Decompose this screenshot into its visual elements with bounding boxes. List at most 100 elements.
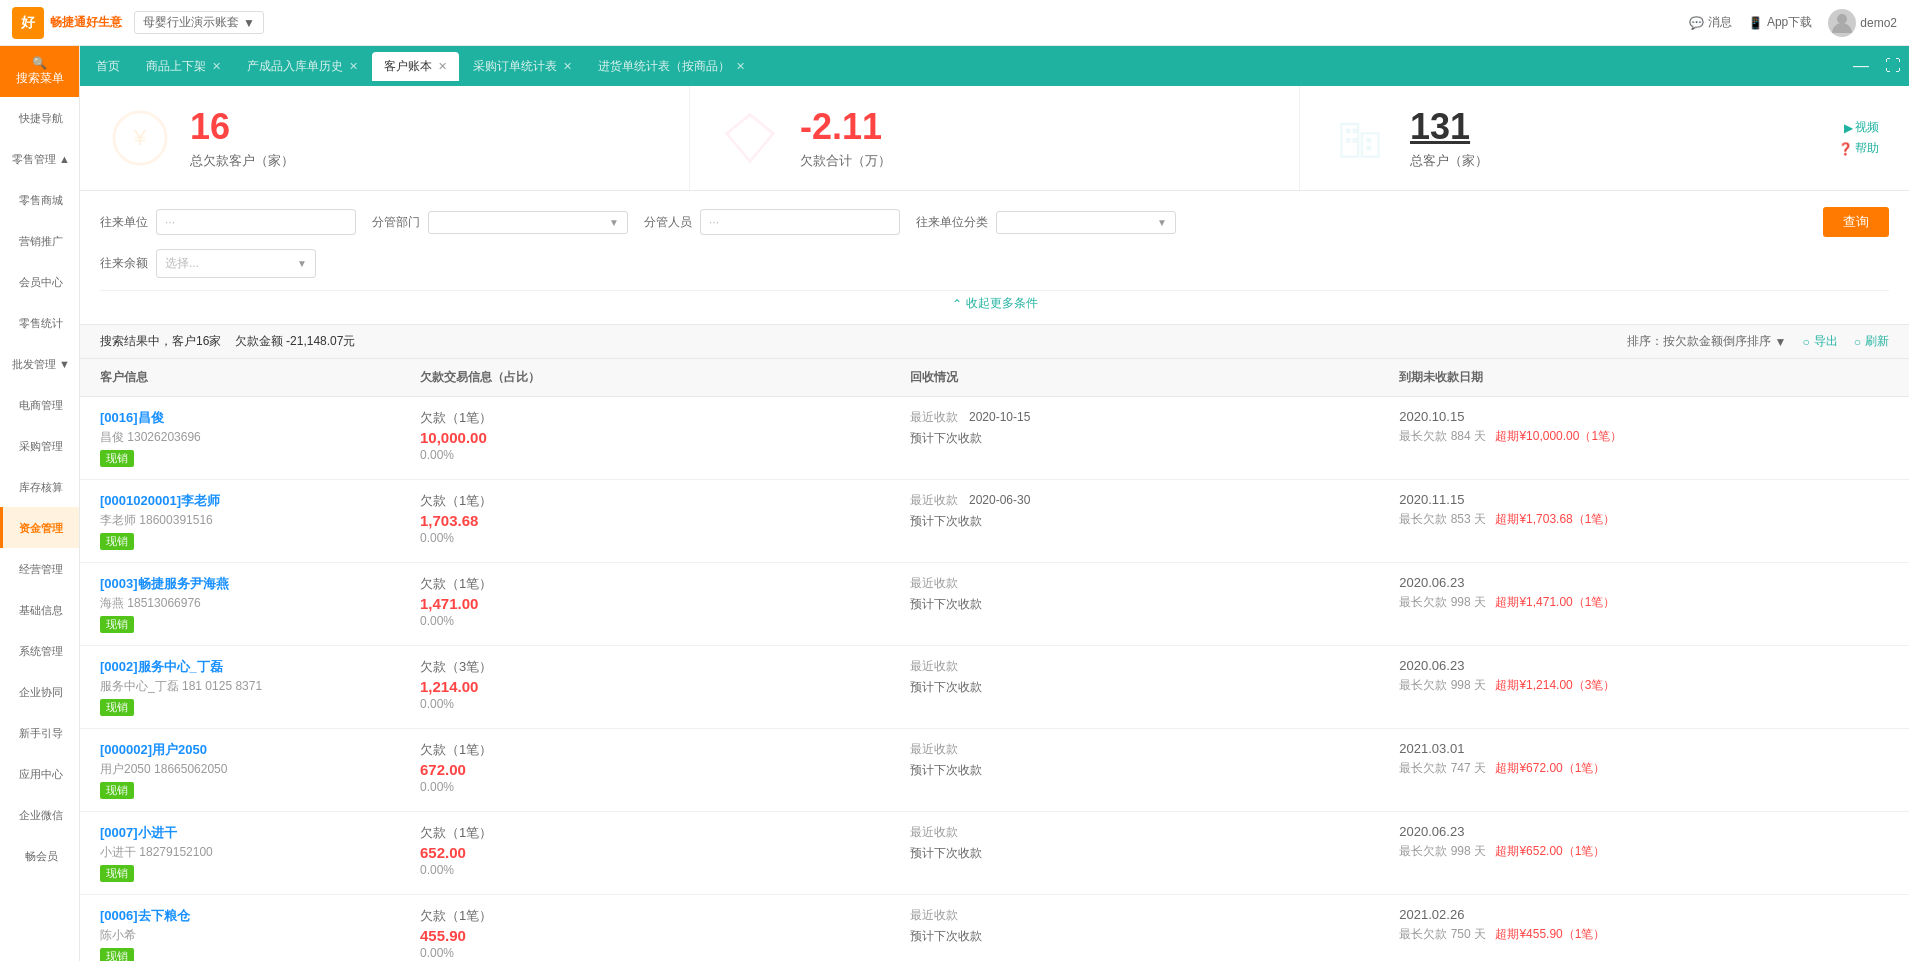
tab-product-offsale[interactable]: 商品上下架 ✕ [134, 52, 233, 81]
sidebar-item-wechat[interactable]: 企业微信 [0, 794, 79, 835]
sidebar-item-basic-info[interactable]: 基础信息 [0, 589, 79, 630]
sidebar-item-retail-stat[interactable]: 零售统计 [0, 302, 79, 343]
last-collection-date-1: 2020-06-30 [969, 493, 1030, 507]
customer-tag-0: 现销 [100, 450, 134, 467]
tab-purchase-stat-close[interactable]: ✕ [736, 60, 745, 73]
source-unit-input[interactable]: ··· [156, 209, 356, 235]
next-collection-4: 预计下次收款 [910, 762, 1400, 779]
sidebar-item-inventory[interactable]: 库存核算 [0, 466, 79, 507]
sidebar-item-batch-mgmt[interactable]: 批发管理 ▼ [0, 343, 79, 384]
dept-select[interactable]: ▼ [428, 211, 628, 234]
customer-name-2[interactable]: [0003]畅捷服务尹海燕 [100, 575, 420, 593]
wechat-label: 企业微信 [7, 808, 75, 823]
next-collection-1: 预计下次收款 [910, 513, 1400, 530]
search-button[interactable]: 查询 [1823, 207, 1889, 237]
search-menu-btn[interactable]: 🔍 搜索菜单 [0, 46, 79, 97]
sidebar-item-biz-mgmt[interactable]: 经营管理 [0, 548, 79, 589]
tab-minimize-btn[interactable]: — [1849, 55, 1873, 77]
tab-product-instock[interactable]: 产成品入库单历史 ✕ [235, 52, 370, 81]
customer-name-1[interactable]: [0001020001]李老师 [100, 492, 420, 510]
debt-count-2: 欠款（1笔） [420, 575, 910, 593]
overdue-link-5[interactable]: 超期¥652.00（1笔） [1495, 844, 1605, 858]
user-profile-btn[interactable]: demo2 [1828, 9, 1897, 37]
overdue-link-0[interactable]: 超期¥10,000.00（1笔） [1495, 429, 1622, 443]
table-row: [0001020001]李老师 李老师 18600391516 现销 欠款（1笔… [80, 480, 1909, 563]
sort-select[interactable]: 排序：按欠款金额倒序排序 ▼ [1627, 333, 1787, 350]
tab-purchase-stat[interactable]: 进货单统计表（按商品） ✕ [586, 52, 757, 81]
overdue-link-2[interactable]: 超期¥1,471.00（1笔） [1495, 595, 1615, 609]
sidebar-item-enterprise[interactable]: 企业协同 [0, 671, 79, 712]
table-header: 客户信息 欠款交易信息（占比） 回收情况 到期未收款日期 [80, 359, 1909, 397]
help-action-btn[interactable]: ❓ 帮助 [1838, 140, 1879, 157]
tab-purchase-order-close[interactable]: ✕ [563, 60, 572, 73]
tab-maximize-btn[interactable]: ⛶ [1881, 55, 1905, 77]
debt-percent-1: 0.00% [420, 531, 910, 545]
search-menu-label: 搜索菜单 [8, 70, 71, 87]
sidebar-item-member[interactable]: 会员中心 [0, 261, 79, 302]
tab-product-offsale-close[interactable]: ✕ [212, 60, 221, 73]
system-selector[interactable]: 母婴行业演示账套 ▼ [134, 11, 264, 34]
stats-row: ¥ 16 总欠款客户（家） [80, 86, 1909, 191]
sidebar-item-purchase[interactable]: 采购管理 [0, 425, 79, 466]
video-action-btn[interactable]: ▶ 视频 [1844, 119, 1879, 136]
tab-home-label: 首页 [96, 58, 120, 75]
sidebar-item-system[interactable]: 系统管理 [0, 630, 79, 671]
sidebar-item-retail-mall[interactable]: 零售商城 [0, 179, 79, 220]
messages-btn[interactable]: 💬 消息 [1689, 14, 1732, 31]
sidebar-item-ecom-mgmt[interactable]: 电商管理 [0, 384, 79, 425]
customer-name-5[interactable]: [0007]小进干 [100, 824, 420, 842]
overdue-link-4[interactable]: 超期¥672.00（1笔） [1495, 761, 1605, 775]
debt-count-4: 欠款（1笔） [420, 741, 910, 759]
customer-name-0[interactable]: [0016]昌俊 [100, 409, 420, 427]
sidebar-item-quick-nav[interactable]: 快捷导航 [0, 97, 79, 138]
sidebar-item-retail-mgmt[interactable]: 零售管理 ▲ [0, 138, 79, 179]
filter-manager: 分管人员 ··· [644, 209, 900, 235]
sidebar-item-finance[interactable]: 资金管理 [0, 507, 79, 548]
stat-value-total-customers: 131 [1410, 106, 1488, 148]
tab-product-instock-close[interactable]: ✕ [349, 60, 358, 73]
customer-name-4[interactable]: [000002]用户2050 [100, 741, 420, 759]
customer-sub-3: 服务中心_丁磊 181 0125 8371 [100, 678, 420, 695]
results-actions: 排序：按欠款金额倒序排序 ▼ ○ 导出 ○ 刷新 [1627, 333, 1889, 350]
sidebar-item-app-center[interactable]: 应用中心 [0, 753, 79, 794]
tab-purchase-order[interactable]: 采购订单统计表 ✕ [461, 52, 584, 81]
stat-card-debt-customers: ¥ 16 总欠款客户（家） [80, 86, 690, 190]
tab-customer-account-close[interactable]: ✕ [438, 60, 447, 73]
sidebar-item-vip[interactable]: 畅会员 [0, 835, 79, 876]
overdue-link-3[interactable]: 超期¥1,214.00（3笔） [1495, 678, 1615, 692]
debt-info-3: 欠款（3笔） 1,214.00 0.00% [420, 658, 910, 711]
due-info-5: 2020.06.23 最长欠款 998 天 超期¥652.00（1笔） [1399, 824, 1889, 860]
refresh-label: 刷新 [1865, 333, 1889, 350]
customer-name-6[interactable]: [0006]去下粮仓 [100, 907, 420, 925]
app-download-btn[interactable]: 📱 App下载 [1748, 14, 1812, 31]
overdue-link-6[interactable]: 超期¥455.90（1笔） [1495, 927, 1605, 941]
balance-label: 往来余额 [100, 255, 148, 272]
manager-input[interactable]: ··· [700, 209, 900, 235]
balance-select[interactable]: 选择... ▼ [156, 249, 316, 278]
overdue-link-1[interactable]: 超期¥1,703.68（1笔） [1495, 512, 1615, 526]
retail-mgmt-label: 零售管理 ▲ [7, 152, 75, 167]
biz-mgmt-label: 经营管理 [7, 562, 75, 577]
sidebar-item-newbie[interactable]: 新手引导 [0, 712, 79, 753]
export-btn[interactable]: ○ 导出 [1803, 333, 1838, 350]
debt-amount-5: 652.00 [420, 844, 910, 861]
tab-customer-account[interactable]: 客户账本 ✕ [372, 52, 459, 81]
filter-expand-btn[interactable]: ⌃ 收起更多条件 [100, 290, 1889, 316]
unit-category-select[interactable]: ▼ [996, 211, 1176, 234]
due-info-0: 2020.10.15 最长欠款 884 天 超期¥10,000.00（1笔） [1399, 409, 1889, 445]
col-header-collection: 回收情况 [910, 369, 1400, 386]
collection-info-5: 最近收款 预计下次收款 [910, 824, 1400, 862]
svg-marker-3 [727, 115, 774, 162]
sidebar-item-marketing[interactable]: 营销推广 [0, 220, 79, 261]
due-info-2: 2020.06.23 最长欠款 998 天 超期¥1,471.00（1笔） [1399, 575, 1889, 611]
next-collection-2: 预计下次收款 [910, 596, 1400, 613]
debt-count-1: 欠款（1笔） [420, 492, 910, 510]
refresh-btn[interactable]: ○ 刷新 [1854, 333, 1889, 350]
stat-card-total-customers: 131 总客户（家） ▶ 视频 ❓ 帮助 [1300, 86, 1909, 190]
tab-home[interactable]: 首页 [84, 52, 132, 81]
sidebar: 🔍 搜索菜单 快捷导航 零售管理 ▲ 零售商城 营销推广 会员中心 [0, 46, 80, 961]
svg-rect-9 [1353, 138, 1358, 143]
customer-name-3[interactable]: [0002]服务中心_丁磊 [100, 658, 420, 676]
due-info-3: 2020.06.23 最长欠款 998 天 超期¥1,214.00（3笔） [1399, 658, 1889, 694]
batch-mgmt-label: 批发管理 ▼ [7, 357, 75, 372]
